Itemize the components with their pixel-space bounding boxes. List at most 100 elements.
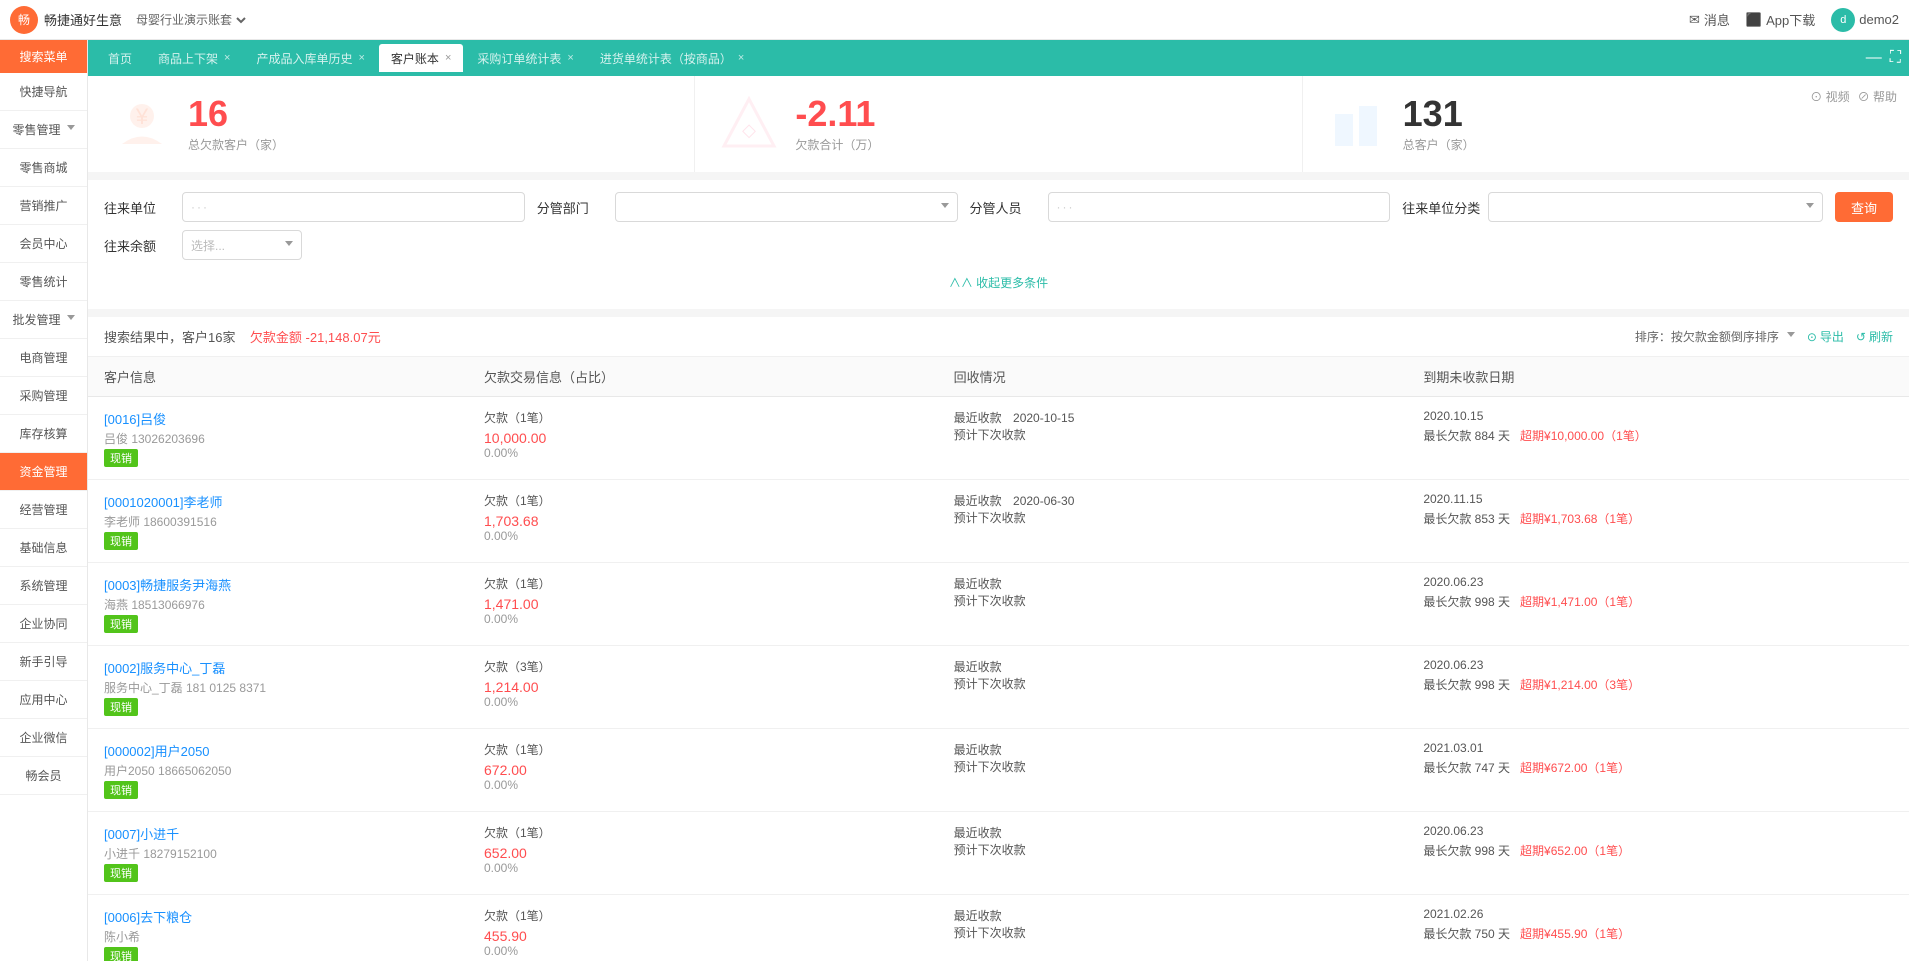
filter-select-category[interactable] xyxy=(1488,192,1823,222)
customer-name-0[interactable]: [0016]吕俊 xyxy=(104,409,484,428)
overdue-link-3[interactable]: 超期¥1,214.00（3笔） xyxy=(1520,678,1640,692)
payment-last-1: 最近收款 2020-06-30 xyxy=(954,492,1424,509)
tab-close-incoming[interactable]: × xyxy=(738,52,744,64)
overdue-link-5[interactable]: 超期¥652.00（1笔） xyxy=(1520,844,1630,858)
overdue-date-1: 2020.11.15 xyxy=(1423,492,1893,506)
tab-minimize-btn[interactable]: — xyxy=(1866,49,1882,67)
tab-close-production[interactable]: × xyxy=(358,52,364,64)
overdue-date-5: 2020.06.23 xyxy=(1423,824,1893,838)
sidebar-item-beginner-guide[interactable]: 新手引导 xyxy=(0,643,87,681)
tab-production-history[interactable]: 产成品入库单历史 × xyxy=(244,44,376,72)
overdue-info-6: 2021.02.26 最长欠款 750 天 超期¥455.90（1笔） xyxy=(1423,907,1893,942)
table-header: 客户信息 欠款交易信息（占比） 回收情况 到期未收款日期 xyxy=(88,357,1909,397)
payment-last-5: 最近收款 xyxy=(954,824,1424,841)
tab-close-purchase[interactable]: × xyxy=(567,52,573,64)
filter-input-unit[interactable]: ··· xyxy=(182,192,525,222)
export-btn[interactable]: ⊙ 导出 xyxy=(1807,328,1844,345)
video-btn[interactable]: ⊙ 视频 xyxy=(1810,88,1849,105)
customer-name-2[interactable]: [0003]畅捷服务尹海燕 xyxy=(104,575,484,594)
overdue-info-1: 2020.11.15 最长欠款 853 天 超期¥1,703.68（1笔） xyxy=(1423,492,1893,527)
customer-name-3[interactable]: [0002]服务中心_丁磊 xyxy=(104,658,484,677)
total-customers-value: 131 xyxy=(1403,96,1475,132)
filter-row-2: 往来余额 选择... xyxy=(104,230,1893,260)
overdue-date-3: 2020.06.23 xyxy=(1423,658,1893,672)
sidebar-item-app-center[interactable]: 应用中心 xyxy=(0,681,87,719)
logo-icon: 畅 xyxy=(10,6,38,34)
overdue-info-0: 2020.10.15 最长欠款 884 天 超期¥10,000.00（1笔） xyxy=(1423,409,1893,444)
overdue-date-2: 2020.06.23 xyxy=(1423,575,1893,589)
refresh-btn[interactable]: ↺ 刷新 xyxy=(1856,328,1893,345)
sidebar-item-member-center[interactable]: 会员中心 xyxy=(0,225,87,263)
tab-purchase-order-stats[interactable]: 采购订单统计表 × xyxy=(465,44,585,72)
sidebar-item-inventory[interactable]: 库存核算 xyxy=(0,415,87,453)
sidebar-item-enterprise-wechat[interactable]: 企业微信 xyxy=(0,719,87,757)
overdue-days-2: 最长欠款 998 天 超期¥1,471.00（1笔） xyxy=(1423,593,1893,610)
sidebar-item-retail-mgmt[interactable]: 零售管理 xyxy=(0,111,87,149)
filter-select-dept[interactable] xyxy=(615,192,958,222)
refresh-icon: ↺ xyxy=(1856,330,1866,344)
message-btn[interactable]: ✉ 消息 xyxy=(1689,10,1730,29)
sidebar-item-finance[interactable]: 资金管理 xyxy=(0,453,87,491)
sidebar: 搜索菜单 快捷导航 零售管理 零售商城 营销推广 会员中心 零售统计 批发管理 … xyxy=(0,40,88,961)
debt-info-2: 欠款（1笔） 1,471.00 0.00% xyxy=(484,575,954,626)
collapse-filters-btn[interactable]: ∧∧ 收起更多条件 xyxy=(104,268,1893,297)
chevron-down-icon xyxy=(67,125,75,134)
sort-select[interactable]: 排序：按欠款金额倒序排序 xyxy=(1635,328,1795,345)
tab-product-listing[interactable]: 商品上下架 × xyxy=(146,44,242,72)
debt-total-label: 欠款合计（万） xyxy=(795,136,879,153)
overdue-link-2[interactable]: 超期¥1,471.00（1笔） xyxy=(1520,595,1640,609)
sidebar-item-ecommerce[interactable]: 电商管理 xyxy=(0,339,87,377)
tab-fullscreen-btn[interactable]: ⛶ xyxy=(1890,49,1901,67)
sidebar-item-quick-nav[interactable]: 快捷导航 xyxy=(0,73,87,111)
sidebar-item-chang-member[interactable]: 畅会员 xyxy=(0,757,87,795)
category-chevron-icon xyxy=(1806,203,1814,212)
top-bar: 畅 畅捷通好生意 母婴行业演示账套 ✉ 消息 ⬛ App下载 d demo2 xyxy=(0,0,1909,40)
col-header-debt: 欠款交易信息（占比） xyxy=(484,367,954,386)
filter-select-balance[interactable]: 选择... xyxy=(182,230,302,260)
debt-total-info: -2.11 欠款合计（万） xyxy=(795,96,879,153)
overdue-date-4: 2021.03.01 xyxy=(1423,741,1893,755)
search-button[interactable]: 查询 xyxy=(1835,192,1893,222)
sidebar-item-wholesale[interactable]: 批发管理 xyxy=(0,301,87,339)
tab-home[interactable]: 首页 xyxy=(96,44,144,72)
overdue-link-0[interactable]: 超期¥10,000.00（1笔） xyxy=(1520,429,1647,443)
overdue-link-4[interactable]: 超期¥672.00（1笔） xyxy=(1520,761,1630,775)
sidebar-item-operation[interactable]: 经营管理 xyxy=(0,491,87,529)
layout: 搜索菜单 快捷导航 零售管理 零售商城 营销推广 会员中心 零售统计 批发管理 … xyxy=(0,40,1909,961)
customer-name-4[interactable]: [000002]用户2050 xyxy=(104,741,484,760)
tab-close-product[interactable]: × xyxy=(224,52,230,64)
sidebar-item-basic-info[interactable]: 基础信息 xyxy=(0,529,87,567)
tab-incoming-stats[interactable]: 进货单统计表（按商品） × xyxy=(588,44,756,72)
overdue-link-1[interactable]: 超期¥1,703.68（1笔） xyxy=(1520,512,1640,526)
customer-info-4: [000002]用户2050 用户2050 18665062050 现销 xyxy=(104,741,484,799)
filter-input-person[interactable]: ··· xyxy=(1048,192,1391,222)
overdue-link-6[interactable]: 超期¥455.90（1笔） xyxy=(1520,927,1630,941)
payment-info-4: 最近收款 预计下次收款 xyxy=(954,741,1424,775)
sidebar-item-system[interactable]: 系统管理 xyxy=(0,567,87,605)
tab-close-customer[interactable]: × xyxy=(445,52,451,64)
svg-text:◇: ◇ xyxy=(742,120,756,140)
customer-info-0: [0016]吕俊 吕俊 13026203696 现销 xyxy=(104,409,484,467)
tab-customer-account[interactable]: 客户账本 × xyxy=(379,44,463,72)
payment-last-4: 最近收款 xyxy=(954,741,1424,758)
sidebar-item-retail-stats[interactable]: 零售统计 xyxy=(0,263,87,301)
app-download-btn[interactable]: ⬛ App下载 xyxy=(1746,10,1815,29)
customer-name-5[interactable]: [0007]小进千 xyxy=(104,824,484,843)
help-btn[interactable]: ⊘ 帮助 xyxy=(1858,88,1897,105)
sidebar-item-retail-mall[interactable]: 零售商城 xyxy=(0,149,87,187)
customer-name-1[interactable]: [0001020001]李老师 xyxy=(104,492,484,511)
table-row: [0001020001]李老师 李老师 18600391516 现销 欠款（1笔… xyxy=(88,480,1909,563)
debt-amount-3: 1,214.00 xyxy=(484,679,954,695)
customer-tag-3: 现销 xyxy=(104,698,138,716)
sidebar-item-marketing[interactable]: 营销推广 xyxy=(0,187,87,225)
customer-name-6[interactable]: [0006]去下粮仓 xyxy=(104,907,484,926)
export-icon: ⊙ xyxy=(1807,330,1817,344)
sidebar-item-purchase[interactable]: 采购管理 xyxy=(0,377,87,415)
industry-select[interactable]: 母婴行业演示账套 xyxy=(132,12,249,28)
sidebar-search[interactable]: 搜索菜单 xyxy=(0,40,87,73)
payment-info-6: 最近收款 预计下次收款 xyxy=(954,907,1424,941)
user-avatar[interactable]: d demo2 xyxy=(1831,8,1899,32)
payment-next-0: 预计下次收款 xyxy=(954,426,1424,443)
overdue-days-3: 最长欠款 998 天 超期¥1,214.00（3笔） xyxy=(1423,676,1893,693)
sidebar-item-enterprise-collab[interactable]: 企业协同 xyxy=(0,605,87,643)
